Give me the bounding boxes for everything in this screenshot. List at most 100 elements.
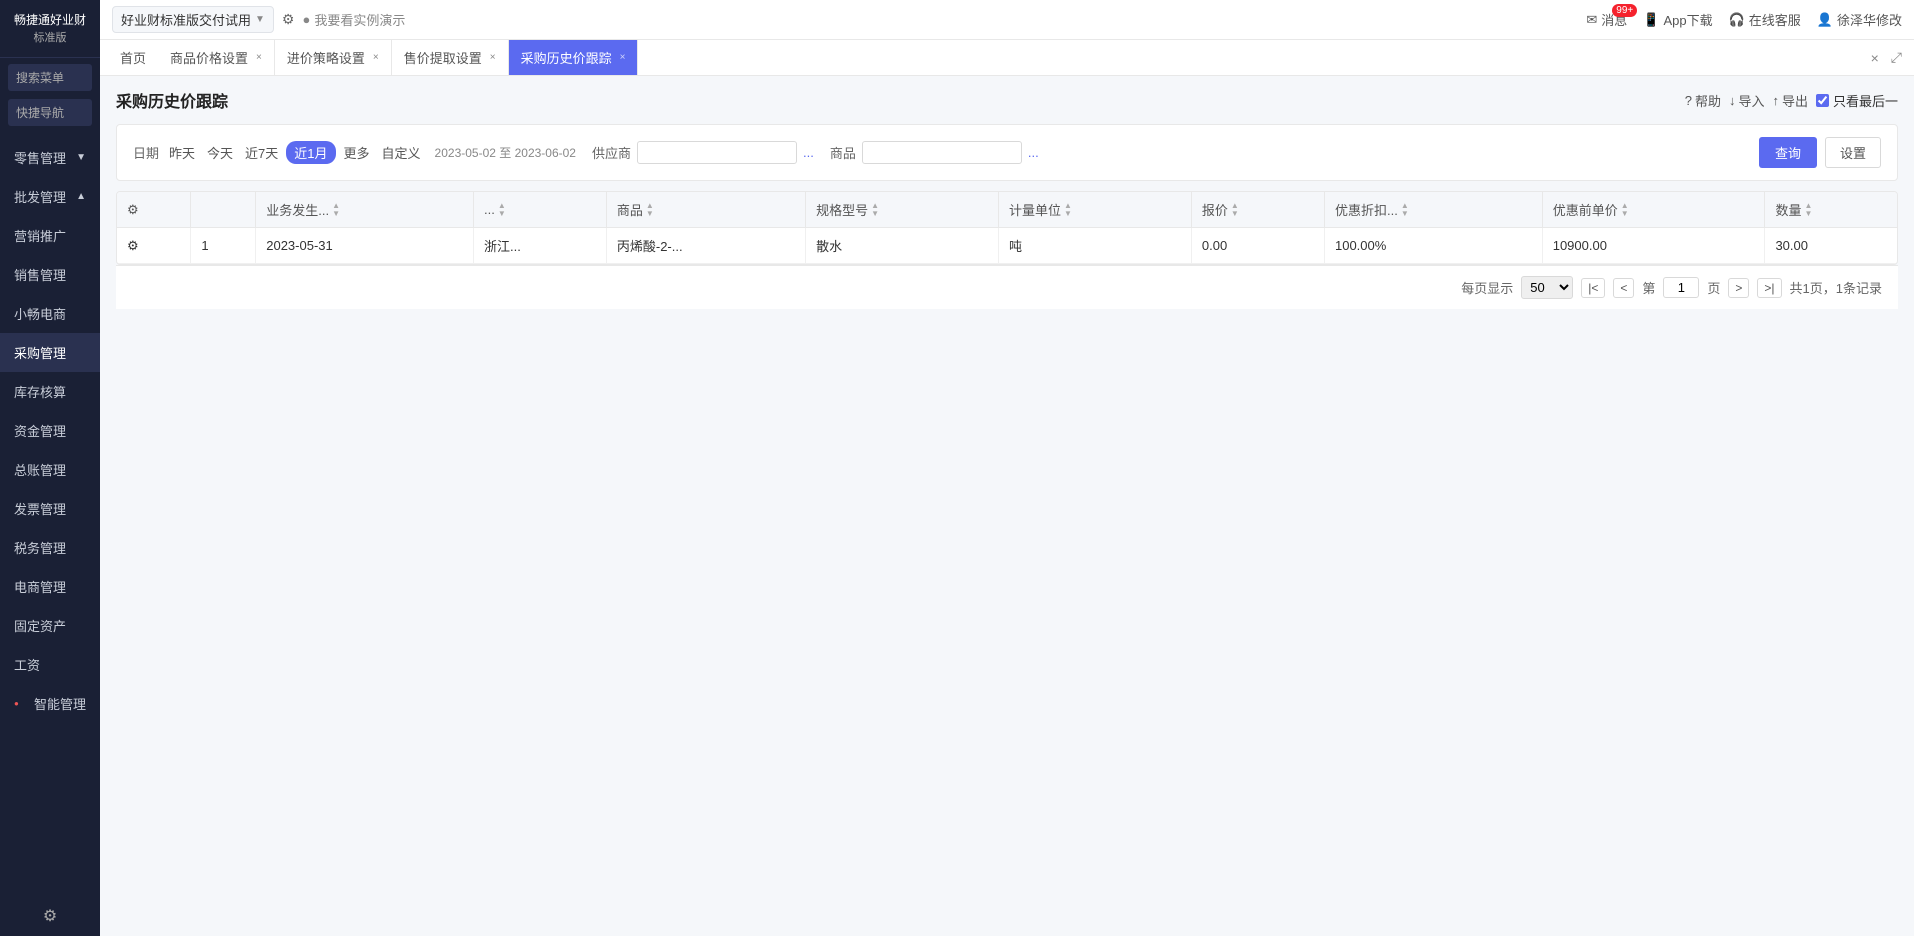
sidebar-item-retail[interactable]: 零售管理▼ bbox=[0, 138, 100, 177]
table-header-price[interactable]: 报价▲▼ bbox=[1191, 192, 1324, 228]
sort-icon: ▲▼ bbox=[871, 202, 879, 218]
sort-icon: ▲▼ bbox=[1231, 202, 1239, 218]
column-label: 报价 bbox=[1202, 200, 1228, 219]
tab-price[interactable]: 商品价格设置 × bbox=[158, 40, 275, 76]
sidebar-item-inventory[interactable]: 库存核算 bbox=[0, 372, 100, 411]
export-icon: ↑ bbox=[1772, 93, 1779, 108]
import-button[interactable]: ↓ 导入 bbox=[1729, 91, 1765, 110]
tab-close-icon[interactable]: × bbox=[490, 52, 496, 63]
table-header-pre_discount_price[interactable]: 优惠前单价▲▼ bbox=[1542, 192, 1765, 228]
table-container: ⚙业务发生...▲▼...▲▼商品▲▼规格型号▲▼计量单位▲▼报价▲▼优惠折扣.… bbox=[116, 191, 1898, 265]
tabs-close-button[interactable]: × bbox=[1867, 46, 1883, 70]
tab-purchase_strategy[interactable]: 进价策略设置× bbox=[275, 40, 392, 76]
sidebar-bottom: ⚙ bbox=[0, 896, 100, 936]
filter-bar: 日期 昨天今天近7天近1月更多自定义 2023-05-02 至 2023-06-… bbox=[116, 124, 1898, 181]
only-last-checkbox[interactable] bbox=[1816, 94, 1829, 107]
user-menu-button[interactable]: 👤 徐泽华修改 bbox=[1817, 10, 1902, 29]
sidebar-item-payroll[interactable]: 工资 bbox=[0, 645, 100, 684]
help-button[interactable]: ? 帮助 bbox=[1685, 91, 1721, 110]
sidebar: 畅捷通好业财 标准版 搜索菜单 快捷导航 零售管理▼批发管理▲营销推广销售管理小… bbox=[0, 0, 100, 936]
tab-label: 首页 bbox=[120, 48, 146, 67]
page-input[interactable]: 1 bbox=[1663, 277, 1699, 298]
sidebar-item-finance[interactable]: 资金管理 bbox=[0, 411, 100, 450]
tab-label: 商品价格设置 bbox=[170, 48, 248, 67]
quick-nav-button[interactable]: 快捷导航 bbox=[8, 99, 92, 126]
tab-close-icon[interactable]: × bbox=[373, 52, 379, 63]
next-page-button[interactable]: > bbox=[1728, 278, 1749, 298]
date-option-button[interactable]: 自定义 bbox=[378, 141, 425, 164]
page-label: 第 bbox=[1642, 278, 1655, 297]
tab-close-icon[interactable]: × bbox=[256, 52, 262, 63]
sidebar-item-label: 小畅电商 bbox=[14, 304, 66, 323]
tab-label: 售价提取设置 bbox=[404, 48, 482, 67]
sidebar-item-label: 销售管理 bbox=[14, 265, 66, 284]
only-last-label[interactable]: 只看最后一 bbox=[1833, 91, 1898, 110]
cell-date: 2023-05-31 bbox=[256, 228, 474, 264]
supplier-input[interactable] bbox=[637, 141, 797, 164]
table-header-row: ⚙业务发生...▲▼...▲▼商品▲▼规格型号▲▼计量单位▲▼报价▲▼优惠折扣.… bbox=[117, 192, 1897, 228]
export-button[interactable]: ↑ 导出 bbox=[1772, 91, 1808, 110]
table-header-product[interactable]: 商品▲▼ bbox=[606, 192, 805, 228]
sidebar-item-smart[interactable]: 智能管理 bbox=[0, 684, 100, 723]
column-label: 计量单位 bbox=[1009, 200, 1061, 219]
sort-icon: ▲▼ bbox=[1401, 202, 1409, 218]
table-header-spec[interactable]: 规格型号▲▼ bbox=[806, 192, 999, 228]
sidebar-item-ecommerce_small[interactable]: 小畅电商 bbox=[0, 294, 100, 333]
table-header-discount[interactable]: 优惠折扣...▲▼ bbox=[1324, 192, 1542, 228]
sidebar-item-label: 库存核算 bbox=[14, 382, 66, 401]
sort-icon: ▲▼ bbox=[1064, 202, 1072, 218]
cell-index: 1 bbox=[191, 228, 256, 264]
sidebar-item-ecommerce[interactable]: 电商管理 bbox=[0, 567, 100, 606]
product-more-button[interactable]: ... bbox=[1028, 145, 1039, 160]
tab-home[interactable]: 首页 bbox=[108, 40, 158, 76]
sidebar-item-tax[interactable]: 税务管理 bbox=[0, 528, 100, 567]
table-head: ⚙业务发生...▲▼...▲▼商品▲▼规格型号▲▼计量单位▲▼报价▲▼优惠折扣.… bbox=[117, 192, 1897, 228]
settings-button[interactable]: 设置 bbox=[1825, 137, 1881, 168]
table-header-index bbox=[191, 192, 256, 228]
per-page-label: 每页显示 bbox=[1461, 278, 1513, 297]
sidebar-gear-button[interactable]: ⚙ bbox=[43, 906, 57, 926]
date-option-button[interactable]: 昨天 bbox=[165, 141, 199, 164]
date-option-button[interactable]: 更多 bbox=[340, 141, 374, 164]
cell-pre_discount_price: 10900.00 bbox=[1542, 228, 1765, 264]
table-header-unit[interactable]: 计量单位▲▼ bbox=[999, 192, 1192, 228]
app-download-button[interactable]: 📱 App下载 bbox=[1643, 10, 1712, 29]
sidebar-item-purchase[interactable]: 采购管理 bbox=[0, 333, 100, 372]
sidebar-item-label: 工资 bbox=[14, 655, 40, 674]
search-menu-button[interactable]: 搜索菜单 bbox=[8, 64, 92, 91]
edition-selector[interactable]: 好业财标准版交付试用 ▼ bbox=[112, 6, 274, 33]
column-label: 业务发生... bbox=[266, 200, 329, 219]
sidebar-item-fixed_assets[interactable]: 固定资产 bbox=[0, 606, 100, 645]
tabs-maximize-button[interactable]: ⤢ bbox=[1887, 45, 1906, 70]
date-range: 2023-05-02 至 2023-06-02 bbox=[435, 144, 576, 161]
cell-unit: 吨 bbox=[999, 228, 1192, 264]
demo-button[interactable]: ● 我要看实例演示 bbox=[302, 10, 405, 29]
sidebar-item-invoice[interactable]: 发票管理 bbox=[0, 489, 100, 528]
mobile-icon: 📱 bbox=[1643, 12, 1659, 28]
date-option-button[interactable]: 近1月 bbox=[286, 141, 335, 164]
first-page-button[interactable]: |< bbox=[1581, 278, 1605, 298]
sort-icon: ▲▼ bbox=[646, 202, 654, 218]
sidebar-item-sales[interactable]: 销售管理 bbox=[0, 255, 100, 294]
tab-close-icon[interactable]: × bbox=[620, 52, 626, 63]
sidebar-item-marketing[interactable]: 营销推广 bbox=[0, 216, 100, 255]
date-option-button[interactable]: 近7天 bbox=[241, 141, 282, 164]
last-page-button[interactable]: >| bbox=[1757, 278, 1781, 298]
query-button[interactable]: 查询 bbox=[1759, 137, 1817, 168]
tab-sale_price[interactable]: 售价提取设置 × bbox=[392, 40, 509, 76]
online-service-button[interactable]: 🎧 在线客服 bbox=[1729, 10, 1801, 29]
topbar-settings-button[interactable]: ⚙ bbox=[282, 11, 295, 28]
table-header-quantity[interactable]: 数量▲▼ bbox=[1765, 192, 1897, 228]
prev-page-button[interactable]: < bbox=[1613, 278, 1634, 298]
sidebar-item-ledger[interactable]: 总账管理 bbox=[0, 450, 100, 489]
date-option-button[interactable]: 今天 bbox=[203, 141, 237, 164]
per-page-select[interactable]: 2050100200 bbox=[1521, 276, 1573, 299]
table-header-date[interactable]: 业务发生...▲▼ bbox=[256, 192, 474, 228]
messages-button[interactable]: ✉ 消息 99+ bbox=[1586, 10, 1627, 29]
table-row[interactable]: ⚙12023-05-31浙江...丙烯酸-2-...散水吨0.00100.00%… bbox=[117, 228, 1897, 264]
sidebar-item-wholesale[interactable]: 批发管理▲ bbox=[0, 177, 100, 216]
product-input[interactable] bbox=[862, 141, 1022, 164]
table-header-col3[interactable]: ...▲▼ bbox=[473, 192, 606, 228]
supplier-more-button[interactable]: ... bbox=[803, 145, 814, 160]
tab-history_price[interactable]: 采购历史价跟踪× bbox=[509, 40, 639, 76]
